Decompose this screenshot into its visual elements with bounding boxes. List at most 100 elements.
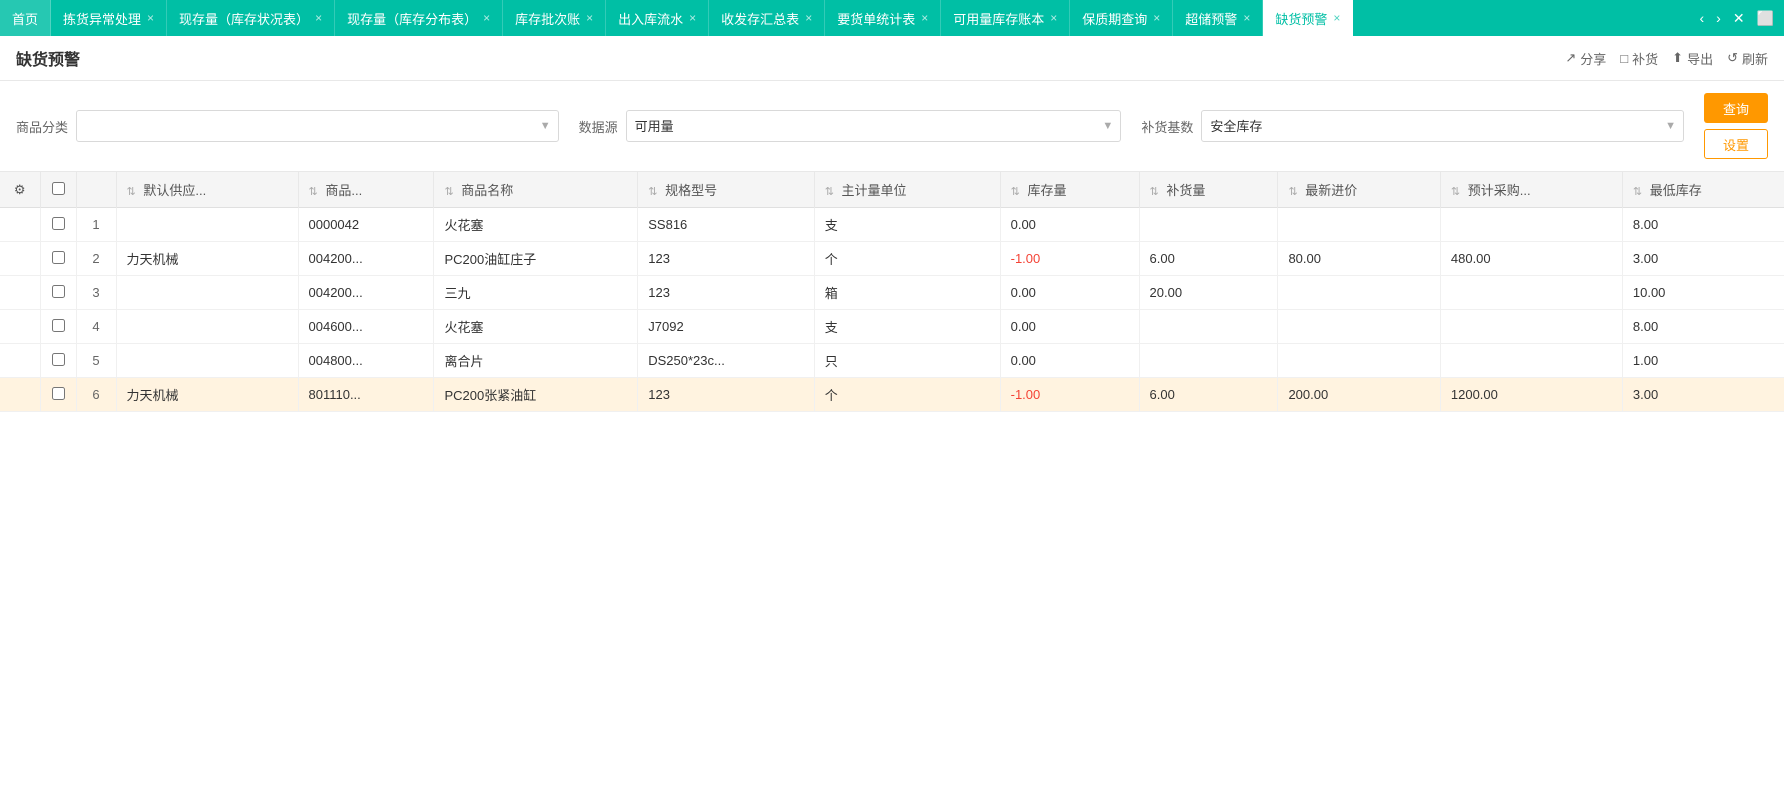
row-checkbox[interactable] bbox=[52, 387, 65, 400]
row-estimated-purchase: 1200.00 bbox=[1440, 378, 1622, 412]
sort-icon-replenish: ⇅ bbox=[1150, 186, 1159, 198]
th-min-stock[interactable]: ⇅ 最低库存 bbox=[1622, 172, 1784, 208]
row-checkbox-cell[interactable] bbox=[40, 344, 76, 378]
tab-inventory-dist[interactable]: 现存量（库存分布表） × bbox=[335, 0, 503, 36]
row-latest-price: 200.00 bbox=[1278, 378, 1440, 412]
tab-inventory-status[interactable]: 现存量（库存状况表） × bbox=[167, 0, 335, 36]
row-checkbox-cell[interactable] bbox=[40, 378, 76, 412]
row-checkbox-cell[interactable] bbox=[40, 242, 76, 276]
category-select[interactable] bbox=[76, 110, 559, 142]
close-tab-overstock[interactable]: × bbox=[1243, 11, 1250, 25]
row-product-name: 火花塞 bbox=[434, 310, 638, 344]
datasource-filter: 数据源 可用量 ▼ bbox=[579, 110, 1122, 142]
close-tab-receipt[interactable]: × bbox=[805, 11, 812, 25]
filter-bar: 商品分类 ▼ 数据源 可用量 ▼ 补货基数 安全库存 bbox=[0, 81, 1784, 172]
query-button[interactable]: 查询 bbox=[1704, 93, 1768, 123]
tab-receipt-summary[interactable]: 收发存汇总表 × bbox=[709, 0, 825, 36]
row-checkbox[interactable] bbox=[52, 319, 65, 332]
th-stock[interactable]: ⇅ 库存量 bbox=[1000, 172, 1139, 208]
tab-order-stats[interactable]: 要货单统计表 × bbox=[825, 0, 941, 36]
close-tab-expiry[interactable]: × bbox=[1153, 11, 1160, 25]
page-title: 缺货预警 bbox=[16, 46, 80, 70]
close-tab-batch[interactable]: × bbox=[586, 11, 593, 25]
row-estimated-purchase: 480.00 bbox=[1440, 242, 1622, 276]
row-checkbox[interactable] bbox=[52, 251, 65, 264]
row-number: 1 bbox=[76, 208, 116, 242]
row-checkbox[interactable] bbox=[52, 353, 65, 366]
row-stock: -1.00 bbox=[1000, 242, 1139, 276]
datasource-label: 数据源 bbox=[579, 117, 618, 136]
th-checkbox[interactable] bbox=[40, 172, 76, 208]
row-stock: -1.00 bbox=[1000, 378, 1139, 412]
table-row: 1 0000042 火花塞 SS816 支 0.00 8.00 bbox=[0, 208, 1784, 242]
tab-inout-flow[interactable]: 出入库流水 × bbox=[606, 0, 709, 36]
row-latest-price bbox=[1278, 310, 1440, 344]
row-product-code: 004200... bbox=[298, 276, 434, 310]
th-estimated-purchase[interactable]: ⇅ 预计采购... bbox=[1440, 172, 1622, 208]
replenish-base-label: 补货基数 bbox=[1141, 117, 1193, 136]
row-checkbox-cell[interactable] bbox=[40, 208, 76, 242]
row-replenish-qty: 20.00 bbox=[1139, 276, 1278, 310]
th-replenish-qty[interactable]: ⇅ 补货量 bbox=[1139, 172, 1278, 208]
share-icon: ↗ bbox=[1565, 50, 1576, 66]
row-checkbox-cell[interactable] bbox=[40, 310, 76, 344]
row-stock: 0.00 bbox=[1000, 310, 1139, 344]
export-button[interactable]: ⬆ 导出 bbox=[1672, 49, 1713, 68]
row-number: 4 bbox=[76, 310, 116, 344]
th-settings[interactable]: ⚙ bbox=[0, 172, 40, 208]
row-number: 2 bbox=[76, 242, 116, 276]
nav-controls: ‹ › ✕ ⬜ bbox=[1693, 6, 1784, 31]
row-min-stock: 10.00 bbox=[1622, 276, 1784, 310]
select-all-checkbox[interactable] bbox=[52, 182, 65, 195]
refresh-button[interactable]: ↺ 刷新 bbox=[1727, 49, 1768, 68]
row-number: 6 bbox=[76, 378, 116, 412]
tab-batch-account[interactable]: 库存批次账 × bbox=[503, 0, 606, 36]
nav-close-btn[interactable]: ✕ bbox=[1727, 6, 1751, 31]
row-checkbox[interactable] bbox=[52, 285, 65, 298]
row-default-supplier bbox=[116, 310, 298, 344]
close-tab-abnormal[interactable]: × bbox=[147, 11, 154, 25]
row-spec: 123 bbox=[638, 242, 814, 276]
replenish-base-filter: 补货基数 安全库存 ▼ bbox=[1141, 110, 1684, 142]
data-table: ⚙ ⇅ 默认供应... ⇅ 商品... ⇅ bbox=[0, 172, 1784, 412]
close-tab-inventory-status[interactable]: × bbox=[315, 11, 322, 25]
table-body: 1 0000042 火花塞 SS816 支 0.00 8.00 2 力天机械 0… bbox=[0, 208, 1784, 412]
tab-stockout[interactable]: 缺货预警 × bbox=[1263, 0, 1353, 36]
row-replenish-qty bbox=[1139, 208, 1278, 242]
row-settings-cell bbox=[0, 242, 40, 276]
row-checkbox[interactable] bbox=[52, 217, 65, 230]
tab-home[interactable]: 首页 bbox=[0, 0, 51, 36]
row-settings-cell bbox=[0, 378, 40, 412]
sort-icon-price: ⇅ bbox=[1288, 186, 1297, 198]
close-tab-inventory-dist[interactable]: × bbox=[483, 11, 490, 25]
close-tab-ledger[interactable]: × bbox=[1050, 11, 1057, 25]
th-product-name[interactable]: ⇅ 商品名称 bbox=[434, 172, 638, 208]
row-stock: 0.00 bbox=[1000, 344, 1139, 378]
row-stock: 0.00 bbox=[1000, 276, 1139, 310]
th-product-code[interactable]: ⇅ 商品... bbox=[298, 172, 434, 208]
close-tab-stockout[interactable]: × bbox=[1333, 11, 1340, 25]
nav-prev-btn[interactable]: ‹ bbox=[1693, 6, 1710, 30]
th-latest-price[interactable]: ⇅ 最新进价 bbox=[1278, 172, 1440, 208]
row-checkbox-cell[interactable] bbox=[40, 276, 76, 310]
tab-available-ledger[interactable]: 可用量库存账本 × bbox=[941, 0, 1070, 36]
close-tab-flow[interactable]: × bbox=[689, 11, 696, 25]
close-tab-order[interactable]: × bbox=[921, 11, 928, 25]
row-default-supplier bbox=[116, 276, 298, 310]
tab-abnormal[interactable]: 拣货异常处理 × bbox=[51, 0, 167, 36]
nav-next-btn[interactable]: › bbox=[1710, 6, 1727, 30]
datasource-select[interactable]: 可用量 bbox=[626, 110, 1122, 142]
settings-button[interactable]: 设置 bbox=[1704, 129, 1768, 159]
th-spec[interactable]: ⇅ 规格型号 bbox=[638, 172, 814, 208]
replenish-base-select[interactable]: 安全库存 bbox=[1201, 110, 1684, 142]
row-replenish-qty bbox=[1139, 310, 1278, 344]
th-default-supplier[interactable]: ⇅ 默认供应... bbox=[116, 172, 298, 208]
row-unit: 个 bbox=[814, 242, 1000, 276]
replenish-button[interactable]: □ 补货 bbox=[1620, 49, 1658, 68]
row-estimated-purchase bbox=[1440, 208, 1622, 242]
tab-expiry-query[interactable]: 保质期查询 × bbox=[1070, 0, 1173, 36]
share-button[interactable]: ↗ 分享 bbox=[1565, 49, 1606, 68]
tab-overstock[interactable]: 超储预警 × bbox=[1173, 0, 1263, 36]
nav-maximize-btn[interactable]: ⬜ bbox=[1751, 6, 1780, 31]
th-unit[interactable]: ⇅ 主计量单位 bbox=[814, 172, 1000, 208]
